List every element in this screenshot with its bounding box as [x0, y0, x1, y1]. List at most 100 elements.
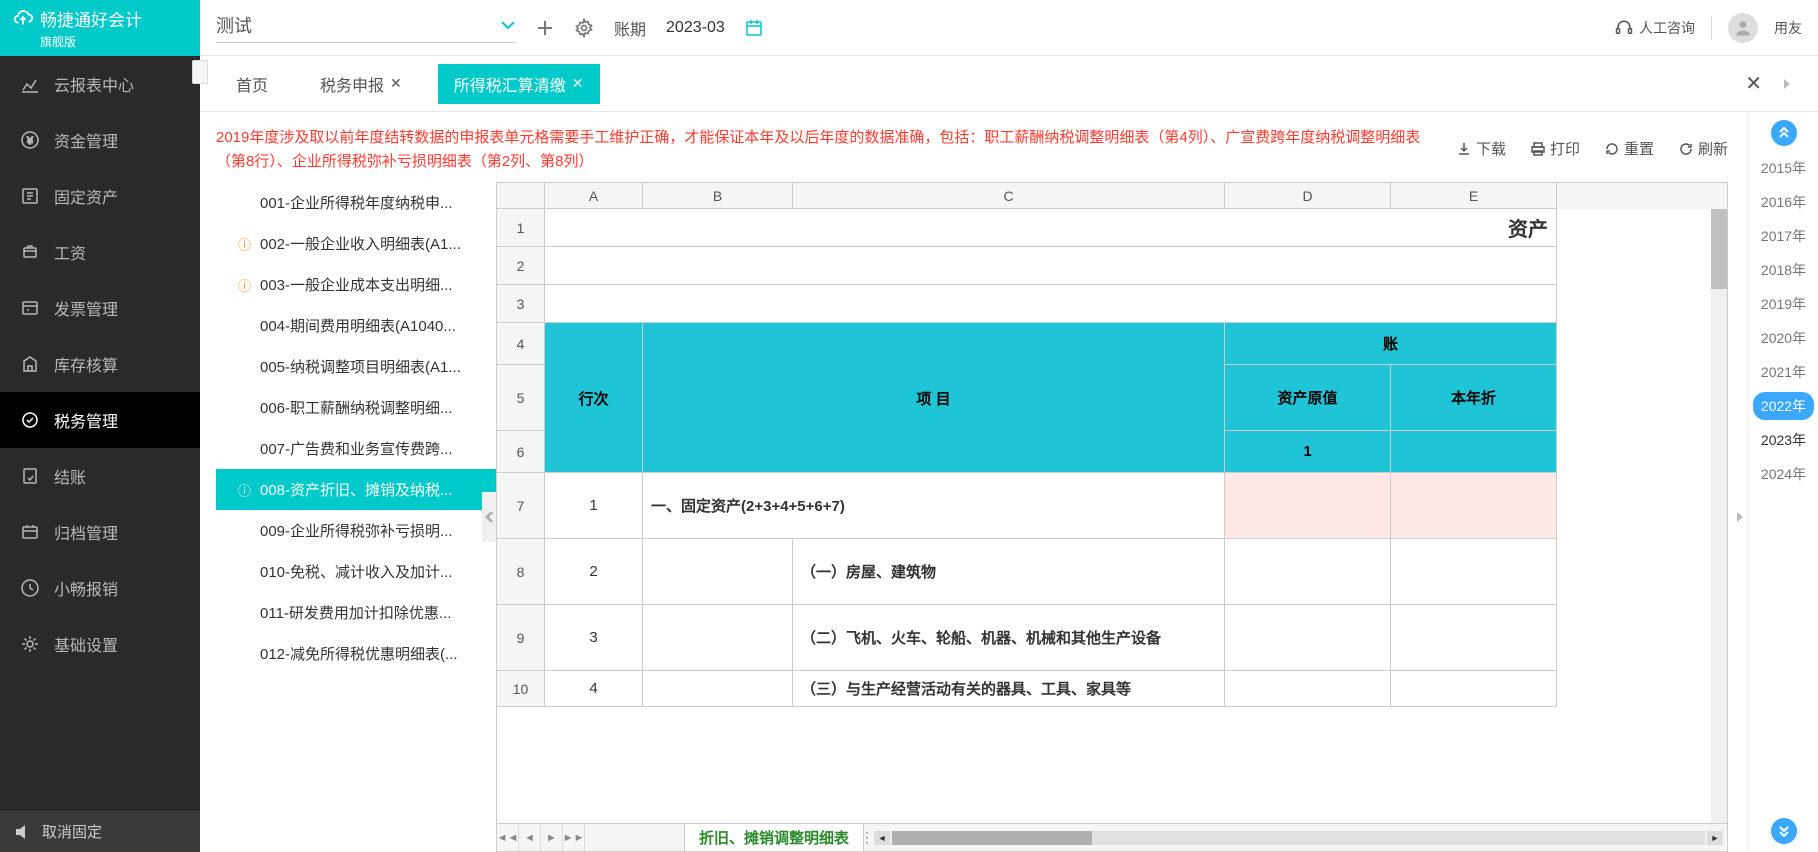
year-scroll-up[interactable] [1771, 120, 1797, 146]
col-header-D[interactable]: D [1225, 183, 1391, 209]
hscroll-right-icon[interactable]: ► [1707, 831, 1723, 845]
sidebar-item-0[interactable]: 云报表中心 [0, 56, 200, 112]
col-header-C[interactable]: C [793, 183, 1225, 209]
sheet-nav-prev[interactable]: ◄ [519, 824, 541, 851]
year-item-2017年[interactable]: 2017年 [1753, 222, 1814, 250]
cell-text[interactable]: （一）房屋、建筑物 [793, 539, 1225, 605]
cell[interactable] [643, 605, 793, 671]
tab-1[interactable]: 税务申报✕ [304, 64, 418, 104]
row-header-3[interactable]: 3 [497, 285, 545, 323]
cell-text[interactable]: 一、固定资产(2+3+4+5+6+7) [643, 473, 1225, 539]
cell-value[interactable] [1391, 473, 1557, 539]
tab-2[interactable]: 所得税汇算清缴✕ [438, 64, 600, 104]
sidebar-item-3[interactable]: 工资 [0, 224, 200, 280]
tab-0[interactable]: 首页 [220, 64, 284, 104]
sidebar-item-2[interactable]: 固定资产 [0, 168, 200, 224]
download-button[interactable]: 下载 [1456, 138, 1506, 159]
year-item-2015年[interactable]: 2015年 [1753, 154, 1814, 182]
form-tree-item-4[interactable]: 005-纳税调整项目明细表(A1... [216, 346, 496, 387]
sidebar-item-10[interactable]: 基础设置 [0, 616, 200, 672]
sheet-hscrollbar[interactable]: ◄ ► [874, 831, 1723, 845]
sheet-nav-first[interactable]: ◄◄ [497, 824, 519, 851]
form-tree-item-8[interactable]: 009-企业所得税弥补亏损明... [216, 510, 496, 551]
col-header-E[interactable]: E [1391, 183, 1557, 209]
row-header-10[interactable]: 10 [497, 671, 545, 707]
cell-value[interactable] [1225, 605, 1391, 671]
year-item-2022年[interactable]: 2022年 [1753, 392, 1814, 420]
cell-rownum[interactable]: 3 [545, 605, 643, 671]
user-avatar[interactable] [1728, 13, 1758, 43]
cell-text[interactable]: （二）飞机、火车、轮船、机器、机械和其他生产设备 [793, 605, 1225, 671]
row-header-7[interactable]: 7 [497, 473, 545, 539]
cell-value[interactable] [1225, 473, 1391, 539]
year-item-2023年[interactable]: 2023年 [1753, 426, 1814, 454]
close-all-tabs-button[interactable]: ✕ [1745, 71, 1762, 96]
sheet-nav-last[interactable]: ►► [563, 824, 585, 851]
sheet-splitter[interactable]: ⋮ [864, 829, 870, 846]
settings-button[interactable] [574, 18, 594, 38]
sidebar-item-9[interactable]: 小畅报销 [0, 560, 200, 616]
account-selector[interactable]: 测试 [216, 12, 516, 43]
row-header-1[interactable]: 1 [497, 209, 545, 247]
cell-value[interactable] [1391, 539, 1557, 605]
cell[interactable] [643, 671, 793, 707]
sidebar-item-1[interactable]: ¥资金管理 [0, 112, 200, 168]
tree-collapse-handle[interactable] [482, 492, 496, 542]
form-tree-item-9[interactable]: 010-免税、减计收入及加计... [216, 551, 496, 592]
sheet-expand-handle[interactable] [1732, 182, 1748, 852]
year-scroll-down[interactable] [1771, 818, 1797, 844]
col-header-B[interactable]: B [643, 183, 793, 209]
empty-cell[interactable] [545, 247, 1557, 285]
sidebar-item-7[interactable]: 结账 [0, 448, 200, 504]
sidebar-item-6[interactable]: 税务管理 [0, 392, 200, 448]
form-tree-item-0[interactable]: 001-企业所得税年度纳税申... [216, 182, 496, 223]
cell-value[interactable] [1391, 671, 1557, 707]
print-button[interactable]: 打印 [1530, 138, 1580, 159]
sheet-nav-next[interactable]: ► [541, 824, 563, 851]
cell-value[interactable] [1225, 671, 1391, 707]
row-header-4[interactable]: 4 [497, 323, 545, 365]
year-item-2024年[interactable]: 2024年 [1753, 460, 1814, 488]
add-account-button[interactable] [536, 19, 554, 37]
form-tree-item-7[interactable]: ⓘ008-资产折旧、摊销及纳税... [216, 469, 496, 510]
calendar-icon[interactable] [745, 19, 763, 37]
sidebar-item-8[interactable]: 归档管理 [0, 504, 200, 560]
year-item-2021年[interactable]: 2021年 [1753, 358, 1814, 386]
sidebar-unpin[interactable]: 取消固定 [0, 811, 200, 852]
form-tree-item-1[interactable]: ⓘ002-一般企业收入明细表(A1... [216, 223, 496, 264]
form-tree-item-2[interactable]: ⓘ003-一般企业成本支出明细... [216, 264, 496, 305]
reset-button[interactable]: 重置 [1604, 138, 1654, 159]
tabs-expand-button[interactable] [1782, 64, 1798, 104]
cell-rownum[interactable]: 4 [545, 671, 643, 707]
year-item-2018年[interactable]: 2018年 [1753, 256, 1814, 284]
empty-cell[interactable] [545, 285, 1557, 323]
col-header-A[interactable]: A [545, 183, 643, 209]
row-header-8[interactable]: 8 [497, 539, 545, 605]
cell-rownum[interactable]: 2 [545, 539, 643, 605]
title-cell[interactable]: 资产 [545, 209, 1557, 247]
form-tree-item-6[interactable]: 007-广告费和业务宣传费跨... [216, 428, 496, 469]
sidebar-collapse-handle[interactable] [192, 60, 208, 84]
year-item-2019年[interactable]: 2019年 [1753, 290, 1814, 318]
sheet-tab-active[interactable]: 折旧、摊销调整明细表 [685, 824, 864, 851]
sidebar-item-5[interactable]: 库存核算 [0, 336, 200, 392]
cell-value[interactable] [1391, 605, 1557, 671]
form-tree-item-10[interactable]: 011-研发费用加计扣除优惠... [216, 592, 496, 633]
refresh-button[interactable]: 刷新 [1678, 138, 1728, 159]
row-header-9[interactable]: 9 [497, 605, 545, 671]
tab-close-icon[interactable]: ✕ [572, 75, 584, 92]
vscrollbar[interactable] [1711, 209, 1727, 823]
cell-text[interactable]: （三）与生产经营活动有关的器具、工具、家具等 [793, 671, 1225, 707]
hscroll-left-icon[interactable]: ◄ [874, 831, 890, 845]
year-item-2020年[interactable]: 2020年 [1753, 324, 1814, 352]
support-button[interactable]: 人工咨询 [1615, 18, 1695, 38]
year-item-2016年[interactable]: 2016年 [1753, 188, 1814, 216]
cell-value[interactable] [1225, 539, 1391, 605]
form-tree-item-3[interactable]: 004-期间费用明细表(A1040... [216, 305, 496, 346]
sidebar-item-4[interactable]: 发票管理 [0, 280, 200, 336]
cell-rownum[interactable]: 1 [545, 473, 643, 539]
row-header-2[interactable]: 2 [497, 247, 545, 285]
form-tree-item-5[interactable]: 006-职工薪酬纳税调整明细... [216, 387, 496, 428]
cell[interactable] [643, 539, 793, 605]
row-header-5[interactable]: 5 [497, 365, 545, 431]
